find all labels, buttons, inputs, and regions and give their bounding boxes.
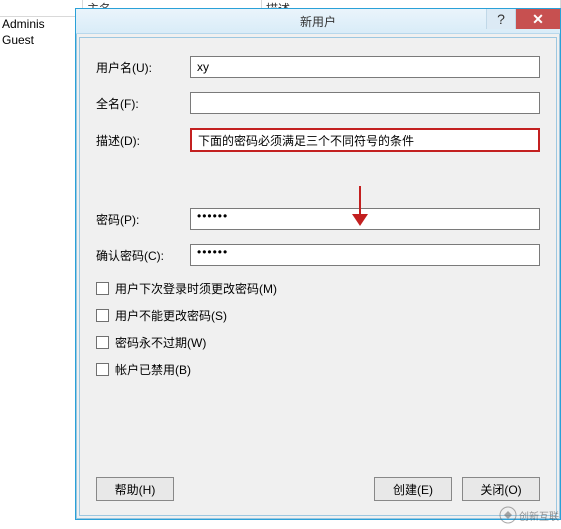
check-never-expire[interactable]: 密码永不过期(W) [96, 334, 540, 351]
checkbox-icon[interactable] [96, 336, 109, 349]
help-action-button[interactable]: 帮助(H) [96, 477, 174, 501]
description-input[interactable] [190, 128, 540, 152]
checkbox-icon[interactable] [96, 282, 109, 295]
username-input[interactable] [190, 56, 540, 78]
check-disabled[interactable]: 帐户已禁用(B) [96, 361, 540, 378]
dialog-client-area: 用户名(U): 全名(F): 描述(D): 密码(P): •••••• 确认密码… [79, 37, 557, 516]
button-bar: 帮助(H) 创建(E) 关闭(O) [96, 477, 540, 501]
list-item[interactable]: Guest [0, 32, 75, 48]
titlebar[interactable]: 新用户 ? ✕ [76, 9, 560, 34]
check-label: 用户下次登录时须更改密码(M) [115, 280, 277, 297]
check-label: 密码永不过期(W) [115, 334, 206, 351]
checkbox-group: 用户下次登录时须更改密码(M) 用户不能更改密码(S) 密码永不过期(W) 帐户… [96, 280, 540, 378]
check-label: 用户不能更改密码(S) [115, 307, 227, 324]
password-label: 密码(P): [96, 211, 190, 228]
col-header-empty [0, 0, 83, 16]
description-label: 描述(D): [96, 132, 190, 149]
checkbox-icon[interactable] [96, 309, 109, 322]
checkbox-icon[interactable] [96, 363, 109, 376]
confirm-password-label: 确认密码(C): [96, 247, 190, 264]
help-button[interactable]: ? [486, 9, 515, 29]
list-item[interactable]: Adminis [0, 16, 75, 32]
background-user-list: Adminis Guest [0, 16, 75, 48]
fullname-label: 全名(F): [96, 95, 190, 112]
username-label: 用户名(U): [96, 59, 190, 76]
close-icon[interactable]: ✕ [515, 9, 560, 29]
create-button[interactable]: 创建(E) [374, 477, 452, 501]
check-must-change[interactable]: 用户下次登录时须更改密码(M) [96, 280, 540, 297]
new-user-dialog: 新用户 ? ✕ 用户名(U): 全名(F): 描述(D): 密码(P): •••… [75, 8, 561, 520]
check-label: 帐户已禁用(B) [115, 361, 191, 378]
close-button[interactable]: 关闭(O) [462, 477, 540, 501]
confirm-password-input[interactable]: •••••• [190, 244, 540, 266]
check-cannot-change[interactable]: 用户不能更改密码(S) [96, 307, 540, 324]
password-input[interactable]: •••••• [190, 208, 540, 230]
fullname-input[interactable] [190, 92, 540, 114]
